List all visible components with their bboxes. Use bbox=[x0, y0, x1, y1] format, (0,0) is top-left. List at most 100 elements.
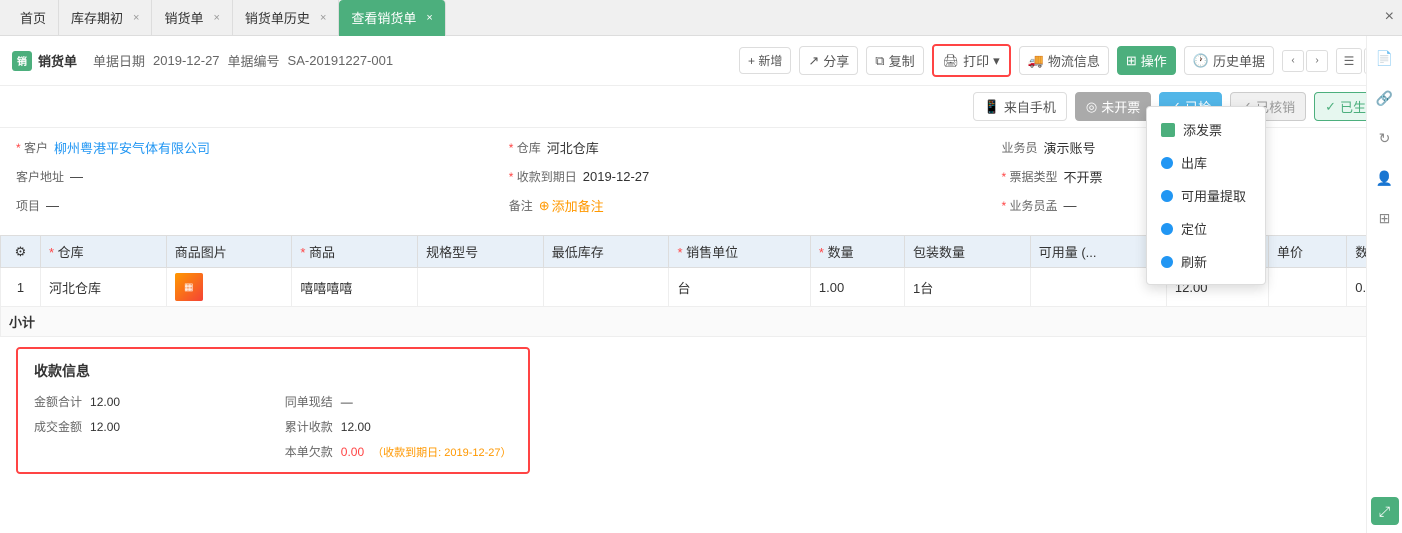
same-order-label: 同单现结 bbox=[285, 393, 333, 410]
close-sales-tab[interactable]: × bbox=[213, 12, 219, 24]
print-dropdown-arrow: ▾ bbox=[993, 53, 1000, 69]
op-refresh[interactable]: 刷新 bbox=[1147, 245, 1265, 278]
tab-home[interactable]: 首页 bbox=[8, 0, 59, 36]
col-settings[interactable]: ⚙ bbox=[1, 236, 41, 268]
next-arrow[interactable]: › bbox=[1306, 50, 1328, 72]
payment-date-label: 收款到期日 bbox=[509, 168, 577, 185]
outbound-icon bbox=[1161, 157, 1173, 169]
warehouse-label: 仓库 bbox=[509, 139, 541, 156]
amount-total-item: 金额合计 12.00 bbox=[34, 393, 261, 410]
deal-amount-label: 成交金额 bbox=[34, 418, 82, 435]
no-value: SA-20191227-001 bbox=[288, 53, 394, 68]
prev-arrow[interactable]: ‹ bbox=[1282, 50, 1304, 72]
not-opened-button[interactable]: ◎ 未开票 bbox=[1075, 92, 1151, 121]
same-order-value: — bbox=[341, 395, 353, 409]
close-view-sales-tab[interactable]: × bbox=[426, 12, 432, 24]
salesperson-value: 演示账号 bbox=[1043, 138, 1095, 157]
op-add-invoice[interactable]: 添发票 bbox=[1147, 113, 1265, 146]
new-button[interactable]: + 新增 bbox=[739, 47, 791, 74]
address-value: — bbox=[70, 169, 83, 184]
op-locate[interactable]: 定位 bbox=[1147, 212, 1265, 245]
same-order-item: 同单现结 — bbox=[285, 393, 512, 410]
row-unit: 台 bbox=[669, 268, 810, 307]
form-meta: 单据日期 2019-12-27 单据编号 SA-20191227-001 bbox=[93, 51, 393, 70]
cumulative-value: 12.00 bbox=[341, 420, 371, 434]
amount-total-label: 金额合计 bbox=[34, 393, 82, 410]
op-outbound[interactable]: 出库 bbox=[1147, 146, 1265, 179]
op-available-qty[interactable]: 可用量提取 bbox=[1147, 179, 1265, 212]
row-pack-qty: 1台 bbox=[905, 268, 1031, 307]
op-dropdown-menu: 添发票 出库 可用量提取 定位 刷新 bbox=[1146, 106, 1266, 285]
sidebar-table-icon[interactable]: ⊞ bbox=[1371, 204, 1399, 232]
print-button[interactable]: 🖨 打印 ▾ bbox=[935, 47, 1008, 74]
collection-title: 收款信息 bbox=[34, 361, 512, 381]
sidebar-file-icon[interactable]: 📄 bbox=[1371, 44, 1399, 72]
amount-total-value: 12.00 bbox=[90, 395, 120, 409]
right-sidebar: 📄 🔗 ↻ 👤 ⊞ ⤢ bbox=[1366, 36, 1402, 533]
sidebar-refresh-icon[interactable]: ↻ bbox=[1371, 124, 1399, 152]
date-value: 2019-12-27 bbox=[153, 53, 220, 68]
tab-sales[interactable]: 销货单 × bbox=[152, 0, 232, 36]
logistics-icon: 🚚 bbox=[1028, 53, 1044, 69]
row-image: ▦ bbox=[166, 268, 292, 307]
window-close-button[interactable]: × bbox=[1385, 8, 1394, 26]
add-note-icon: ⊕ bbox=[539, 198, 550, 214]
tab-bar: 首页 库存期初 × 销货单 × 销货单历史 × 查看销货单 × × bbox=[0, 0, 1402, 36]
due-value: 0.00 bbox=[341, 445, 364, 459]
add-invoice-icon bbox=[1161, 123, 1175, 137]
row-warehouse: 河北仓库 bbox=[41, 268, 167, 307]
main-content: 销 销货单 单据日期 2019-12-27 单据编号 SA-20191227-0… bbox=[0, 36, 1402, 533]
customer-field: 客户 柳州粤港平安气体有限公司 bbox=[16, 138, 497, 157]
due-label: 本单欠款 bbox=[285, 443, 333, 460]
sidebar-user-icon[interactable]: 👤 bbox=[1371, 164, 1399, 192]
close-sales-history-tab[interactable]: × bbox=[320, 12, 326, 24]
form-title: 销 销货单 bbox=[12, 51, 77, 71]
add-note-button[interactable]: ⊕ 添加备注 bbox=[539, 196, 604, 215]
col-image: 商品图片 bbox=[166, 236, 292, 268]
print-icon: 🖨 bbox=[943, 53, 960, 69]
tab-opening[interactable]: 库存期初 × bbox=[59, 0, 152, 36]
share-button[interactable]: ↗ 分享 bbox=[799, 46, 858, 75]
mobile-button[interactable]: 📱 来自手机 bbox=[973, 92, 1067, 121]
bottom-section: 收款信息 金额合计 12.00 同单现结 — 成交金额 12.00 累计收款 1… bbox=[0, 337, 1402, 484]
copy-icon: ⧉ bbox=[875, 53, 884, 69]
date-label: 单据日期 bbox=[93, 51, 145, 70]
list-view-btn[interactable]: ☰ bbox=[1336, 48, 1362, 74]
project-field: 项目 — bbox=[16, 197, 497, 214]
close-opening-tab[interactable]: × bbox=[133, 12, 139, 24]
col-price: 单价 bbox=[1268, 236, 1346, 268]
copy-button[interactable]: ⧉ 复制 bbox=[866, 46, 923, 75]
history-icon: 🕐 bbox=[1193, 53, 1209, 69]
col-warehouse: 仓库 bbox=[41, 236, 167, 268]
history-button[interactable]: 🕐 历史单据 bbox=[1184, 46, 1274, 75]
sidebar-link-icon[interactable]: 🔗 bbox=[1371, 84, 1399, 112]
logistics-button[interactable]: 🚚 物流信息 bbox=[1019, 46, 1109, 75]
op-button[interactable]: ⊞ 操作 bbox=[1117, 46, 1176, 75]
staff-value: — bbox=[1063, 198, 1076, 213]
print-highlight: 🖨 打印 ▾ bbox=[932, 44, 1011, 77]
payment-date-value: 2019-12-27 bbox=[583, 169, 650, 184]
mobile-icon: 📱 bbox=[984, 99, 1000, 115]
staff-label: 业务员孟 bbox=[1001, 197, 1057, 214]
warehouse-field: 仓库 河北仓库 bbox=[509, 138, 990, 157]
row-num: 1 bbox=[1, 268, 41, 307]
col-product: 商品 bbox=[292, 236, 418, 268]
form-title-icon: 销 bbox=[12, 51, 32, 71]
col-unit: 销售单位 bbox=[669, 236, 810, 268]
no-label: 单据编号 bbox=[228, 51, 280, 70]
row-qty: 1.00 bbox=[810, 268, 904, 307]
note-label: 备注 bbox=[509, 197, 533, 214]
customer-value[interactable]: 柳州粤港平安气体有限公司 bbox=[54, 138, 210, 157]
row-min-stock bbox=[543, 268, 669, 307]
op-icon: ⊞ bbox=[1126, 53, 1137, 69]
tab-view-sales[interactable]: 查看销货单 × bbox=[339, 0, 445, 36]
col-pack-qty: 包装数量 bbox=[905, 236, 1031, 268]
ticket-label: 票据类型 bbox=[1001, 168, 1057, 185]
col-min-stock: 最低库存 bbox=[543, 236, 669, 268]
tab-sales-history[interactable]: 销货单历史 × bbox=[233, 0, 339, 36]
ticket-value: 不开票 bbox=[1063, 167, 1102, 186]
sidebar-expand-icon[interactable]: ⤢ bbox=[1371, 497, 1399, 525]
effective-icon: ✓ bbox=[1325, 99, 1336, 115]
col-qty: 数量 bbox=[810, 236, 904, 268]
collection-grid: 金额合计 12.00 同单现结 — 成交金额 12.00 累计收款 12.00 … bbox=[34, 393, 512, 460]
